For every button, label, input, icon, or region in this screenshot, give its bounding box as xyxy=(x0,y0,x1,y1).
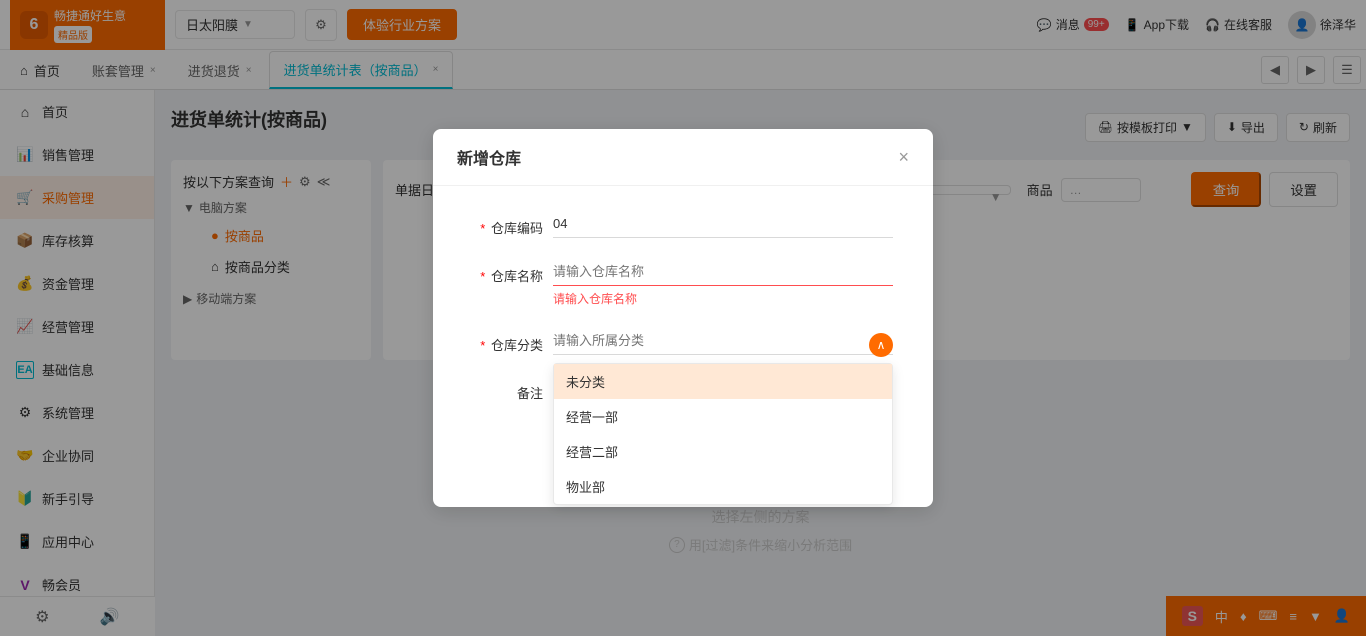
code-label: * 仓库编码 xyxy=(473,210,553,237)
dropdown-option-dept1[interactable]: 经营一部 xyxy=(554,399,892,434)
category-field-wrap: ∧ 未分类 经营一部 经营二部 物业部 xyxy=(553,327,893,355)
dialog-overlay: 新增仓库 × * 仓库编码 * 仓库名称 xyxy=(0,0,1366,636)
dialog-close-btn[interactable]: × xyxy=(898,147,909,168)
name-row: * 仓库名称 请输入仓库名称 xyxy=(473,258,893,307)
code-row: * 仓库编码 xyxy=(473,210,893,238)
name-error-msg: 请输入仓库名称 xyxy=(553,290,893,307)
code-field-wrap xyxy=(553,210,893,238)
warehouse-category-input[interactable] xyxy=(553,327,893,355)
warehouse-name-input[interactable] xyxy=(553,258,893,286)
category-label: * 仓库分类 xyxy=(473,327,553,354)
new-warehouse-dialog: 新增仓库 × * 仓库编码 * 仓库名称 xyxy=(433,129,933,507)
note-label: 备注 xyxy=(473,375,553,402)
category-row: * 仓库分类 ∧ 未分类 经营一部 经营二部 物业部 xyxy=(473,327,893,355)
warehouse-code-input[interactable] xyxy=(553,210,893,238)
dropdown-option-unclassified[interactable]: 未分类 xyxy=(554,364,892,399)
dialog-body: * 仓库编码 * 仓库名称 请输入仓库名称 xyxy=(433,186,933,447)
dialog-header: 新增仓库 × xyxy=(433,129,933,186)
name-field-wrap: 请输入仓库名称 xyxy=(553,258,893,307)
name-label: * 仓库名称 xyxy=(473,258,553,285)
category-dropdown-arrow[interactable]: ∧ xyxy=(869,333,893,357)
dialog-title: 新增仓库 xyxy=(457,145,521,169)
category-dropdown-list: 未分类 经营一部 经营二部 物业部 xyxy=(553,363,893,505)
dropdown-option-dept2[interactable]: 经营二部 xyxy=(554,434,892,469)
dropdown-option-property[interactable]: 物业部 xyxy=(554,469,892,504)
